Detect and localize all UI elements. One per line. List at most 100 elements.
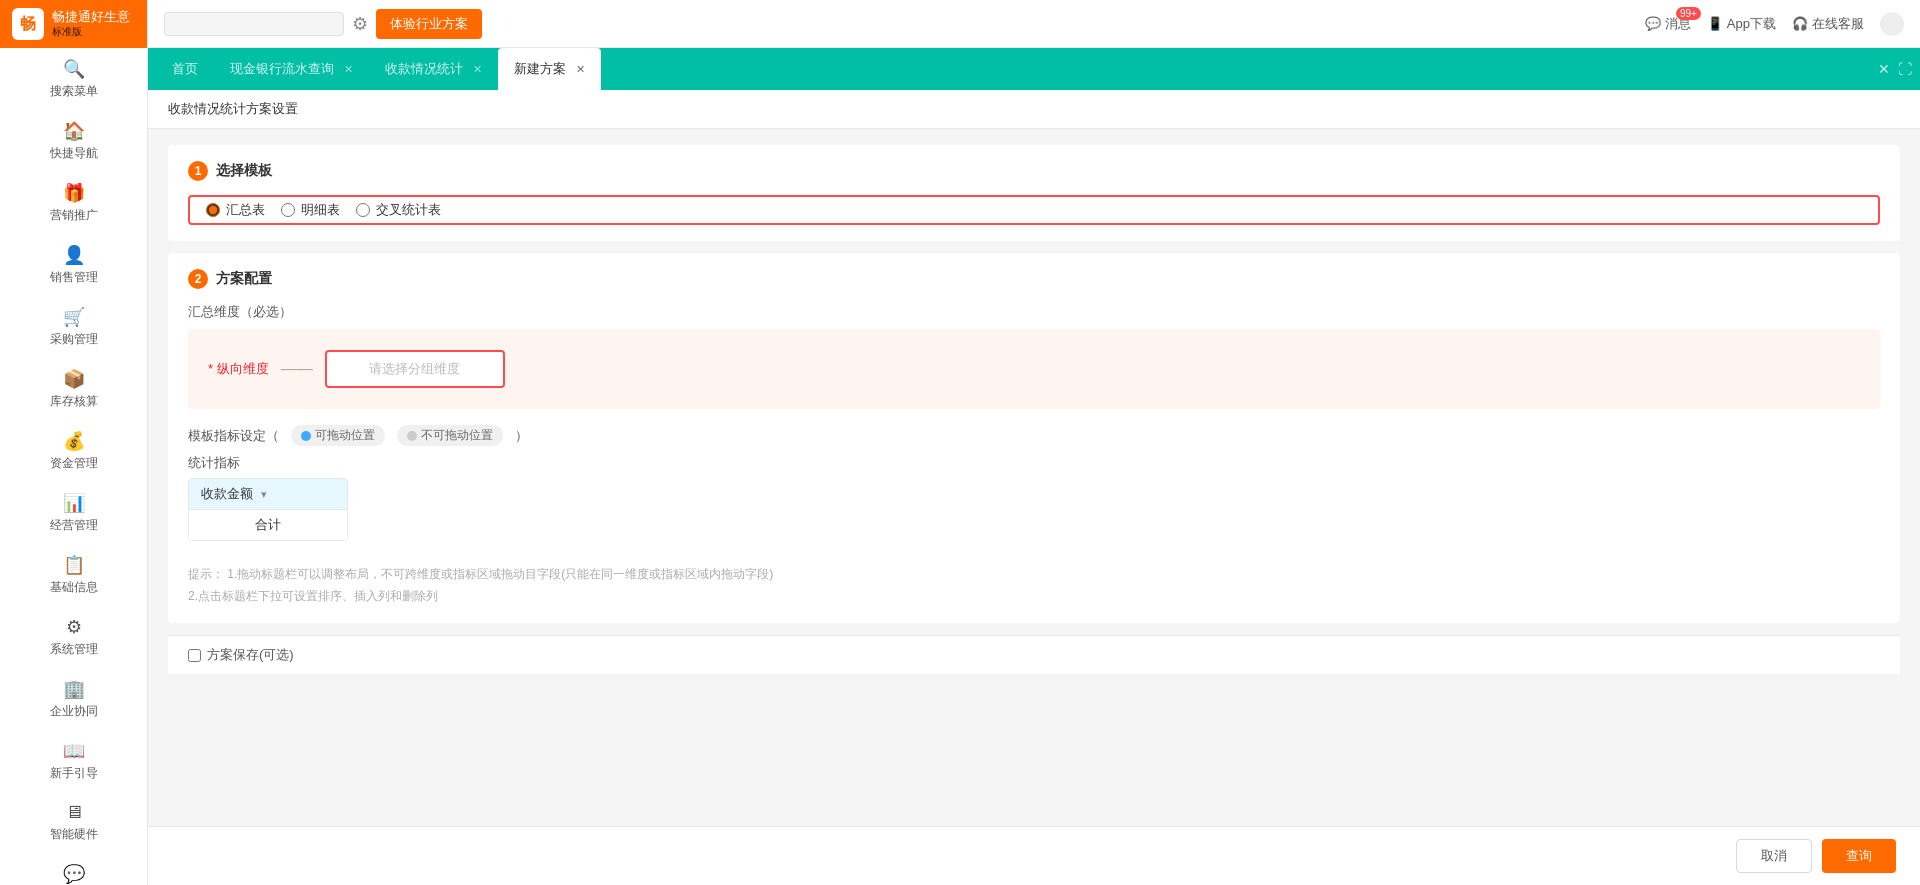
- sidebar-item-system[interactable]: ⚙系统管理: [0, 606, 147, 668]
- save-checkbox[interactable]: [188, 649, 201, 662]
- sidebar-item-hardware[interactable]: 🖥 智能硬件: [0, 792, 147, 853]
- sidebar-item-label-nav: 快捷导航: [50, 145, 98, 162]
- indicator-column-header[interactable]: 收款金额 ▾: [189, 479, 347, 510]
- sidebar-item-search[interactable]: 🔍搜索菜单: [0, 48, 147, 110]
- app-label: App下载: [1727, 15, 1776, 33]
- radio-summary-input[interactable]: [206, 203, 220, 217]
- gear-button[interactable]: ⚙: [352, 13, 368, 35]
- radio-cross-input[interactable]: [356, 203, 370, 217]
- non-draggable-badge: 不可拖动位置: [397, 425, 503, 446]
- tab-bank-close[interactable]: ✕: [344, 63, 353, 76]
- tab-new-plan[interactable]: 新建方案 ✕: [498, 48, 601, 90]
- service-label: 在线客服: [1812, 15, 1864, 33]
- page-header: 收款情况统计方案设置: [148, 90, 1920, 129]
- try-industry-button[interactable]: 体验行业方案: [376, 9, 482, 39]
- sidebar-item-purchase[interactable]: 🛒 采购管理: [0, 296, 147, 358]
- sidebar-item-nav[interactable]: 🏠 快捷导航: [0, 110, 147, 172]
- indicator-title-text: 模板指标设定（: [188, 427, 279, 445]
- service-icon: 🎧: [1792, 16, 1808, 31]
- arrow-label: ——: [281, 360, 313, 378]
- sidebar-item-wechat[interactable]: 💬企业微信: [0, 853, 147, 885]
- nav-tabs: 首页 现金银行流水查询 ✕ 收款情况统计 ✕ 新建方案 ✕ ✕ ⛶: [148, 48, 1920, 90]
- sidebar-item-sales[interactable]: 👤 销售管理: [0, 234, 147, 296]
- content-area: 收款情况统计方案设置 1 选择模板 汇总表 明细表: [148, 90, 1920, 885]
- sidebar-item-label-basic: 基础信息: [50, 579, 98, 596]
- service-button[interactable]: 🎧 在线客服: [1792, 15, 1864, 33]
- dimension-selector[interactable]: 请选择分组维度: [325, 350, 505, 388]
- sidebar-item-inventory[interactable]: 📦库存核算: [0, 358, 147, 420]
- sidebar-item-finance[interactable]: 💰资金管理: [0, 420, 147, 482]
- logo-title: 畅捷通好生意: [52, 9, 130, 25]
- hardware-icon: 🖥: [65, 802, 83, 823]
- section-config: 2 方案配置 汇总维度（必选） * 纵向维度 —— 请选择分组维度: [168, 253, 1900, 623]
- page-body: 1 选择模板 汇总表 明细表 交叉统计表: [148, 129, 1920, 826]
- purchase-icon: 🛒: [63, 306, 85, 328]
- indicator-table: 收款金额 ▾ 合计: [188, 478, 348, 541]
- close-window-icon[interactable]: ✕: [1878, 61, 1890, 77]
- radio-detail-input[interactable]: [281, 203, 295, 217]
- sidebar: 畅 畅捷通好生意 标准版 🔍搜索菜单🏠快捷导航🎁营销推广👤销售管理🛒采购管理📦库…: [0, 0, 148, 885]
- radio-summary[interactable]: 汇总表: [206, 201, 265, 219]
- message-badge: 99+: [1676, 7, 1701, 20]
- radio-cross[interactable]: 交叉统计表: [356, 201, 441, 219]
- section-num-1: 1: [188, 161, 208, 181]
- sidebar-item-label-operation: 经营管理: [50, 517, 98, 534]
- save-checkbox-label[interactable]: 方案保存(可选): [188, 646, 294, 664]
- footer-buttons: 取消 查询: [148, 826, 1920, 885]
- query-button[interactable]: 查询: [1822, 839, 1896, 873]
- dimension-area: * 纵向维度 —— 请选择分组维度: [188, 329, 1880, 409]
- message-icon: 💬: [1645, 16, 1661, 31]
- section-template: 1 选择模板 汇总表 明细表 交叉统计表: [168, 145, 1900, 241]
- sidebar-item-corp[interactable]: 🏢 企业协同: [0, 668, 147, 730]
- page-title: 收款情况统计方案设置: [168, 101, 298, 116]
- save-label-text: 方案保存(可选): [207, 646, 294, 664]
- message-button[interactable]: 💬 99+ 消息: [1645, 15, 1691, 33]
- search-icon: 🔍: [63, 58, 85, 80]
- tab-home[interactable]: 首页: [156, 48, 214, 90]
- sidebar-item-guide[interactable]: 📖新手引导: [0, 730, 147, 792]
- sidebar-item-label-sales: 销售管理: [50, 269, 98, 286]
- main-area: ⚙ 体验行业方案 💬 99+ 消息 📱 App下载 🎧 在线客服 首: [148, 0, 1920, 885]
- app-icon: 📱: [1707, 16, 1723, 31]
- chevron-down-icon[interactable]: ▾: [261, 488, 267, 501]
- draggable-label: 可拖动位置: [315, 427, 375, 444]
- nav-icon: 🏠: [63, 120, 85, 142]
- corp-icon: 🏢: [63, 678, 85, 700]
- sidebar-item-marketing[interactable]: 🎁营销推广: [0, 172, 147, 234]
- radio-detail[interactable]: 明细表: [281, 201, 340, 219]
- section-config-label: 方案配置: [216, 270, 272, 288]
- tab-receivable[interactable]: 收款情况统计 ✕: [369, 48, 498, 90]
- sidebar-item-basic[interactable]: 📋基础信息: [0, 544, 147, 606]
- dimension-subtitle: 汇总维度（必选）: [188, 303, 1880, 321]
- app-download-button[interactable]: 📱 App下载: [1707, 15, 1776, 33]
- draggable-dot: [301, 431, 311, 441]
- top-header: ⚙ 体验行业方案 💬 99+ 消息 📱 App下载 🎧 在线客服: [148, 0, 1920, 48]
- wechat-icon: 💬: [63, 863, 85, 885]
- dimension-row: * 纵向维度 —— 请选择分组维度: [208, 350, 505, 388]
- sidebar-item-label-inventory: 库存核算: [50, 393, 98, 410]
- sidebar-item-label-purchase: 采购管理: [50, 331, 98, 348]
- sales-icon: 👤: [63, 244, 85, 266]
- indicator-close-paren: ）: [515, 427, 528, 445]
- save-option-bar: 方案保存(可选): [168, 635, 1900, 674]
- tab-receivable-close[interactable]: ✕: [473, 63, 482, 76]
- radio-detail-label: 明细表: [301, 201, 340, 219]
- sidebar-item-operation[interactable]: 📊 经营管理: [0, 482, 147, 544]
- dimension-subsection: 汇总维度（必选） * 纵向维度 —— 请选择分组维度: [188, 303, 1880, 409]
- expand-window-icon[interactable]: ⛶: [1898, 61, 1912, 77]
- sidebar-item-label-corp: 企业协同: [50, 703, 98, 720]
- sidebar-item-label-hardware: 智能硬件: [50, 826, 98, 843]
- sidebar-item-label-guide: 新手引导: [50, 765, 98, 782]
- operation-icon: 📊: [63, 492, 85, 514]
- tab-receivable-label: 收款情况统计: [385, 60, 463, 78]
- tab-bank[interactable]: 现金银行流水查询 ✕: [214, 48, 369, 90]
- section-config-title: 2 方案配置: [188, 269, 1880, 289]
- tab-new-plan-close[interactable]: ✕: [576, 63, 585, 76]
- sidebar-item-label-system: 系统管理: [50, 641, 98, 658]
- user-avatar[interactable]: [1880, 12, 1904, 36]
- breadcrumb-input[interactable]: [164, 12, 344, 36]
- cancel-button[interactable]: 取消: [1736, 839, 1812, 873]
- radio-cross-label: 交叉统计表: [376, 201, 441, 219]
- logo-icon: 畅: [12, 8, 44, 40]
- hints-section: 提示： 1.拖动标题栏可以调整布局，不可跨维度或指标区域拖动目字段(只能在同一维…: [188, 564, 1880, 607]
